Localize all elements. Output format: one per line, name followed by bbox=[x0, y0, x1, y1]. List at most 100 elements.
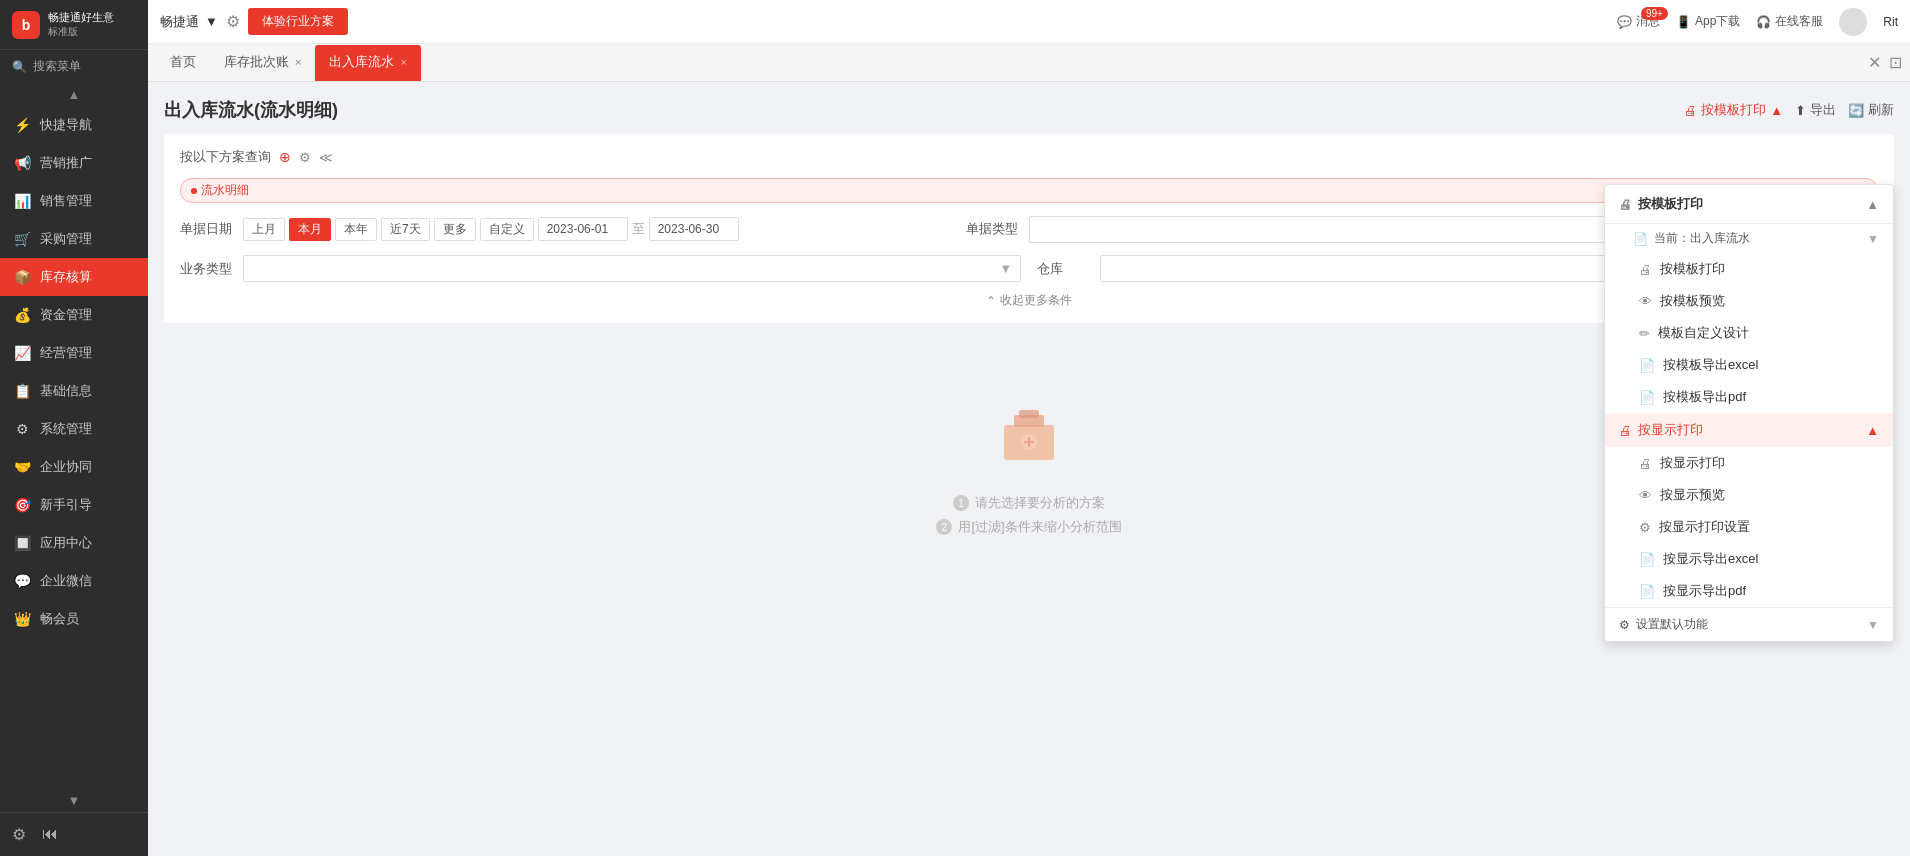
dropdown-item-display-pdf[interactable]: 📄 按显示导出pdf bbox=[1605, 575, 1893, 607]
nav-label-cooperation: 企业协同 bbox=[40, 458, 92, 476]
app-download-icon: 📱 bbox=[1676, 15, 1691, 29]
template-custom-icon: ✏ bbox=[1639, 326, 1650, 341]
tab-inventory-flow[interactable]: 出入库流水 × bbox=[315, 45, 420, 81]
sidebar-item-purchase[interactable]: 🛒 采购管理 bbox=[0, 220, 148, 258]
sidebar-item-marketing[interactable]: 📢 营销推广 bbox=[0, 144, 148, 182]
search-menu-item[interactable]: 🔍 搜索菜单 bbox=[0, 50, 148, 83]
sidebar-item-sales[interactable]: 📊 销售管理 bbox=[0, 182, 148, 220]
sidebar-item-enterprise-wechat[interactable]: 💬 企业微信 bbox=[0, 562, 148, 600]
filter-collapse-icon[interactable]: ≪ bbox=[319, 150, 333, 165]
settings-bottom-icon[interactable]: ⚙ bbox=[12, 825, 26, 844]
sidebar-item-app-center[interactable]: 🔲 应用中心 bbox=[0, 524, 148, 562]
sidebar-nav: ⚡ 快捷导航 📢 营销推广 📊 销售管理 🛒 采购管理 📦 库存核算 💰 资金管… bbox=[0, 106, 148, 789]
company-name-label: 畅捷通好生意 bbox=[48, 10, 114, 25]
dropdown-item-display-settings[interactable]: ⚙ 按显示打印设置 bbox=[1605, 511, 1893, 543]
sidebar-item-member[interactable]: 👑 畅会员 bbox=[0, 600, 148, 638]
user-avatar[interactable] bbox=[1839, 8, 1867, 36]
date-btn-more[interactable]: 更多 bbox=[434, 218, 476, 241]
date-btn-last-month[interactable]: 上月 bbox=[243, 218, 285, 241]
filter-add-btn[interactable]: ⊕ bbox=[279, 149, 291, 165]
export-btn[interactable]: ⬆ 导出 bbox=[1795, 101, 1836, 119]
tab-inventory-batch[interactable]: 库存批次账 × bbox=[210, 45, 315, 81]
date-btn-7days[interactable]: 近7天 bbox=[381, 218, 430, 241]
close-inventory-batch-icon[interactable]: × bbox=[295, 56, 301, 68]
dropdown-item-template-preview[interactable]: 👁 按模板预览 bbox=[1605, 285, 1893, 317]
dropdown-item-display-print[interactable]: 🖨 按显示打印 bbox=[1605, 447, 1893, 479]
trial-btn[interactable]: 体验行业方案 bbox=[248, 8, 348, 35]
close-all-tabs-btn[interactable]: ✕ bbox=[1868, 53, 1881, 72]
display-section-arrow: ▲ bbox=[1866, 423, 1879, 438]
dropdown-item-display-excel[interactable]: 📄 按显示导出excel bbox=[1605, 543, 1893, 575]
member-icon: 👑 bbox=[12, 611, 32, 627]
filter-header: 按以下方案查询 ⊕ ⚙ ≪ bbox=[180, 148, 1878, 166]
date-btn-custom[interactable]: 自定义 bbox=[480, 218, 534, 241]
company-name-display: 畅捷通 bbox=[160, 13, 199, 31]
filter-date-label: 单据日期 bbox=[180, 220, 235, 238]
sidebar-item-operations[interactable]: 📈 经营管理 bbox=[0, 334, 148, 372]
topbar: 畅捷通 ▼ ⚙ 体验行业方案 💬 消息 99+ 📱 App下载 🎧 在线客服 R… bbox=[148, 0, 1910, 44]
template-print-btn[interactable]: 🖨 按模板打印 ▲ bbox=[1684, 101, 1783, 119]
date-separator: 至 bbox=[632, 220, 645, 238]
nav-label-member: 畅会员 bbox=[40, 610, 79, 628]
filter-business-type-select[interactable]: ▼ bbox=[243, 255, 1021, 282]
filter-settings-icon[interactable]: ⚙ bbox=[299, 150, 311, 165]
nav-label-sales: 销售管理 bbox=[40, 192, 92, 210]
export-label: 导出 bbox=[1810, 101, 1836, 119]
version-label: 标准版 bbox=[48, 25, 114, 39]
display-preview-item-label: 按显示预览 bbox=[1660, 486, 1725, 504]
display-section-header[interactable]: 🖨 按显示打印 ▲ bbox=[1605, 413, 1893, 447]
dropdown-item-template-print[interactable]: 🖨 按模板打印 bbox=[1605, 253, 1893, 285]
sidebar-item-cooperation[interactable]: 🤝 企业协同 bbox=[0, 448, 148, 486]
dropdown-item-template-excel[interactable]: 📄 按模板导出excel bbox=[1605, 349, 1893, 381]
message-icon: 💬 bbox=[1617, 15, 1632, 29]
message-btn[interactable]: 💬 消息 99+ bbox=[1617, 13, 1660, 30]
scroll-up-btn[interactable]: ▲ bbox=[0, 83, 148, 106]
sidebar-item-system[interactable]: ⚙ 系统管理 bbox=[0, 410, 148, 448]
sidebar-item-new-guide[interactable]: 🎯 新手引导 bbox=[0, 486, 148, 524]
online-service-btn[interactable]: 🎧 在线客服 bbox=[1756, 13, 1823, 30]
sidebar-item-finance[interactable]: 💰 资金管理 bbox=[0, 296, 148, 334]
date-btn-this-month[interactable]: 本月 bbox=[289, 218, 331, 241]
collapse-more-btn[interactable]: ⌃ 收起更多条件 bbox=[986, 292, 1072, 309]
printer-icon: 🖨 bbox=[1684, 103, 1697, 118]
refresh-btn[interactable]: 🔄 刷新 bbox=[1848, 101, 1894, 119]
step-2-num: 2 bbox=[936, 519, 952, 535]
sidebar-item-base-info[interactable]: 📋 基础信息 bbox=[0, 372, 148, 410]
dropdown-item-template-custom[interactable]: ✏ 模板自定义设计 bbox=[1605, 317, 1893, 349]
dropdown-current-row: 📄 当前：出入库流水 ▼ bbox=[1605, 224, 1893, 253]
date-from-input[interactable] bbox=[538, 217, 628, 241]
date-to-input[interactable] bbox=[649, 217, 739, 241]
tab-home[interactable]: 首页 bbox=[156, 45, 210, 81]
date-btn-this-year[interactable]: 本年 bbox=[335, 218, 377, 241]
template-print-arrow-up: ▲ bbox=[1770, 103, 1783, 118]
dropdown-item-template-pdf[interactable]: 📄 按模板导出pdf bbox=[1605, 381, 1893, 413]
nav-label-new-guide: 新手引导 bbox=[40, 496, 92, 514]
app-download-btn[interactable]: 📱 App下载 bbox=[1676, 13, 1740, 30]
filter-header-label: 按以下方案查询 bbox=[180, 148, 271, 166]
page-content: 出入库流水(流水明细) 🖨 按模板打印 ▲ ⬆ 导出 🔄 刷新 bbox=[148, 82, 1910, 856]
company-dropdown-icon: ▼ bbox=[205, 14, 218, 29]
empty-step-1: 1 请先选择要分析的方案 bbox=[953, 494, 1105, 512]
maximize-btn[interactable]: ⊡ bbox=[1889, 53, 1902, 72]
template-excel-icon: 📄 bbox=[1639, 358, 1655, 373]
collapse-sidebar-icon[interactable]: ⏮ bbox=[42, 825, 58, 844]
app-logo-icon: b bbox=[12, 11, 40, 39]
close-inventory-flow-icon[interactable]: × bbox=[400, 56, 406, 68]
topbar-settings-icon[interactable]: ⚙ bbox=[226, 12, 240, 31]
export-icon: ⬆ bbox=[1795, 103, 1806, 118]
page-title: 出入库流水(流水明细) bbox=[164, 98, 338, 122]
search-menu-label: 搜索菜单 bbox=[33, 58, 81, 75]
dropdown-footer[interactable]: ⚙ 设置默认功能 ▼ bbox=[1605, 607, 1893, 641]
sidebar-bottom: ⚙ ⏮ bbox=[0, 812, 148, 856]
sidebar-logo: b 畅捷通好生意 标准版 bbox=[0, 0, 148, 50]
dropdown-item-display-preview[interactable]: 👁 按显示预览 bbox=[1605, 479, 1893, 511]
tab-home-label: 首页 bbox=[170, 53, 196, 71]
template-preview-icon: 👁 bbox=[1639, 294, 1652, 309]
sales-icon: 📊 bbox=[12, 193, 32, 209]
company-selector[interactable]: 畅捷通 ▼ bbox=[160, 13, 218, 31]
sidebar-item-quick-nav[interactable]: ⚡ 快捷导航 bbox=[0, 106, 148, 144]
sidebar-item-inventory[interactable]: 📦 库存核算 bbox=[0, 258, 148, 296]
scroll-down-btn[interactable]: ▼ bbox=[0, 789, 148, 812]
nav-label-system: 系统管理 bbox=[40, 420, 92, 438]
dropdown-title-arrow[interactable]: ▲ bbox=[1866, 197, 1879, 212]
